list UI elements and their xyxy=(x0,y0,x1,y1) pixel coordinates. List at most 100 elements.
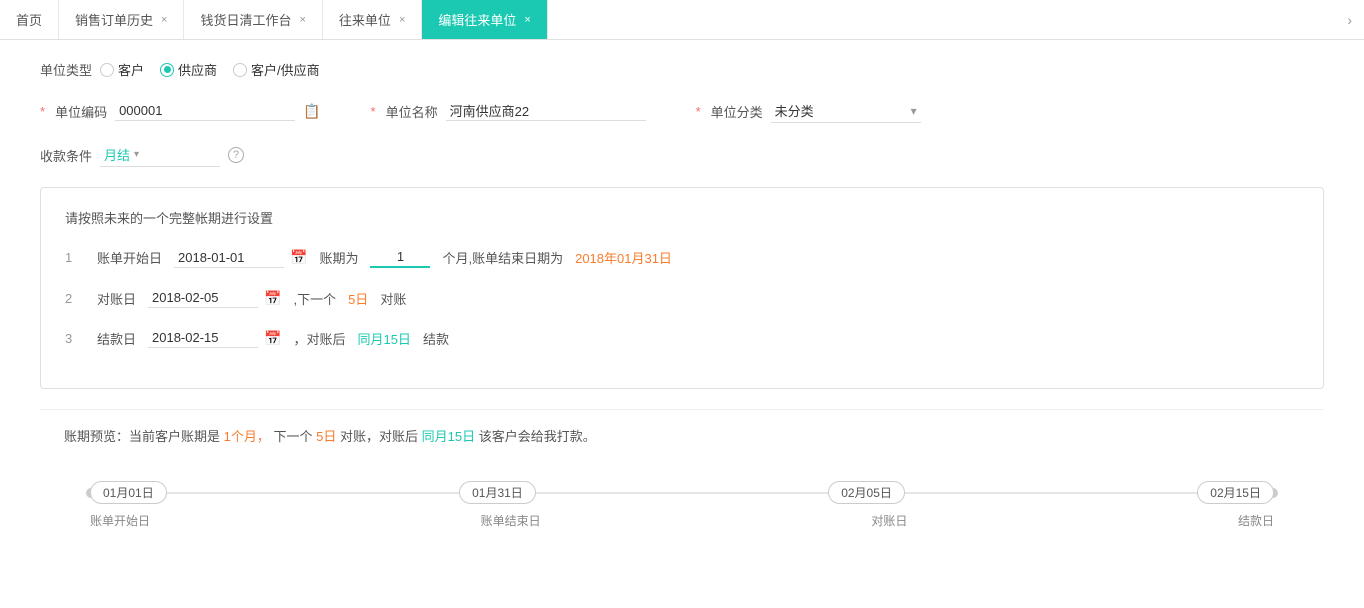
tab-cash-flow[interactable]: 钱货日清工作台 × xyxy=(184,0,322,39)
payment-terms-arrow-icon: ▾ xyxy=(134,149,139,160)
unit-code-input[interactable] xyxy=(115,101,295,121)
unit-type-field: 单位类型 客户 供应商 客户/供应商 xyxy=(40,60,320,79)
payment-terms-field: 收款条件 月结 ▾ ? xyxy=(40,143,244,167)
reconcile-date-cal-icon[interactable]: 📅 xyxy=(264,290,281,307)
preview-suffix: 该客户会给我打款。 xyxy=(479,429,596,444)
preview-prefix: 账期预览：当前客户账期是 xyxy=(64,429,220,444)
payment-terms-dropdown[interactable]: 月结 ▾ xyxy=(100,143,220,167)
row-label-1: 账单开始日 xyxy=(97,248,162,267)
tl-node-4: 02月15日 xyxy=(1197,481,1274,504)
unit-category-label: 单位分类 xyxy=(711,102,763,121)
reconcile-date-input[interactable] xyxy=(148,288,258,308)
panel-title: 请按照未来的一个完整帐期进行设置 xyxy=(65,208,1299,227)
radio-both-circle xyxy=(233,63,247,77)
date-field-1: 📅 xyxy=(174,248,307,268)
date-field-3: 📅 xyxy=(148,328,281,348)
radio-both[interactable]: 客户/供应商 xyxy=(233,60,320,79)
row-num-3: 3 xyxy=(65,331,85,346)
tl-sublabel-1: 账单开始日 xyxy=(90,512,150,529)
setting-row-1: 1 账单开始日 📅 账期为 个月,账单结束日期为 2018年01月31日 xyxy=(65,247,1299,268)
payment-date-input[interactable] xyxy=(148,328,258,348)
tab-edit-partner[interactable]: 编辑往来单位 × xyxy=(422,0,547,39)
period-end-date: 2018年01月31日 xyxy=(575,248,672,267)
date-field-2: 📅 xyxy=(148,288,281,308)
tab-home-label: 首页 xyxy=(16,10,42,29)
payment-pre: ，对账后 xyxy=(293,329,345,348)
tab-edit-partner-label: 编辑往来单位 xyxy=(438,10,516,29)
tab-bar: 首页 销售订单历史 × 钱货日清工作台 × 往来单位 × 编辑往来单位 × › xyxy=(0,0,1364,40)
unit-name-field: * 单位名称 xyxy=(371,101,646,121)
row-label-3: 结款日 xyxy=(97,329,136,348)
preview-section: 账期预览：当前客户账期是 1个月， 下一个 5日 对账，对账后 同月15日 该客… xyxy=(40,409,1324,461)
period-unit: 个月,账单结束日期为 xyxy=(442,248,563,267)
tab-cash-flow-label: 钱货日清工作台 xyxy=(200,10,291,29)
tab-home[interactable]: 首页 xyxy=(0,0,59,39)
unit-type-radio-group: 客户 供应商 客户/供应商 xyxy=(100,60,320,79)
tl-node-3-label: 02月05日 xyxy=(828,481,905,504)
unit-category-value: 未分类 xyxy=(775,101,907,120)
tl-node-1: 01月01日 xyxy=(90,481,167,504)
tab-partner-list[interactable]: 往来单位 × xyxy=(323,0,422,39)
period-label: 账期为 xyxy=(319,248,358,267)
setting-row-3: 3 结款日 📅 ，对账后 同月15日 结款 xyxy=(65,328,1299,348)
payment-post: 结款 xyxy=(423,329,449,348)
unit-type-label: 单位类型 xyxy=(40,60,92,79)
payment-terms-value: 月结 xyxy=(104,145,130,164)
radio-customer-label: 客户 xyxy=(118,60,144,79)
unit-category-select[interactable]: 未分类 ▾ xyxy=(771,99,921,123)
tl-node-3: 02月05日 xyxy=(828,481,905,504)
form-row-payment-terms: 收款条件 月结 ▾ ? xyxy=(40,143,1324,167)
tl-sublabel-4: 结款日 xyxy=(1238,512,1274,529)
row-num-1: 1 xyxy=(65,250,85,265)
tab-partner-list-label: 往来单位 xyxy=(339,10,391,29)
form-row-unit-info: * 单位编码 📋 * 单位名称 * 单位分类 未分类 ▾ xyxy=(40,99,1324,123)
radio-supplier-circle xyxy=(160,63,174,77)
radio-customer-circle xyxy=(100,63,114,77)
radio-customer[interactable]: 客户 xyxy=(100,60,144,79)
unit-code-field: * 单位编码 📋 xyxy=(40,101,321,121)
tl-node-4-label: 02月15日 xyxy=(1197,481,1274,504)
tab-sales-history-label: 销售订单历史 xyxy=(75,10,153,29)
radio-supplier[interactable]: 供应商 xyxy=(160,60,217,79)
row-num-2: 2 xyxy=(65,291,85,306)
settings-panel: 请按照未来的一个完整帐期进行设置 1 账单开始日 📅 账期为 个月,账单结束日期… xyxy=(40,187,1324,389)
row-label-2: 对账日 xyxy=(97,289,136,308)
radio-supplier-dot xyxy=(164,66,171,73)
tab-sales-history[interactable]: 销售订单历史 × xyxy=(59,0,184,39)
tab-sales-history-close[interactable]: × xyxy=(161,14,167,26)
tl-node-2-label: 01月31日 xyxy=(459,481,536,504)
tl-sublabel-3: 对账日 xyxy=(871,512,907,529)
payment-highlight: 同月15日 xyxy=(357,329,410,348)
tab-cash-flow-close[interactable]: × xyxy=(299,14,305,26)
reconcile-highlight: 5日 xyxy=(348,289,368,308)
tab-edit-partner-close[interactable]: × xyxy=(524,14,530,26)
form-row-unit-type: 单位类型 客户 供应商 客户/供应商 xyxy=(40,60,1324,79)
unit-code-label: 单位编码 xyxy=(55,102,107,121)
tab-partner-list-close[interactable]: × xyxy=(399,14,405,26)
start-date-input[interactable] xyxy=(174,248,284,268)
start-date-cal-icon[interactable]: 📅 xyxy=(290,249,307,266)
unit-name-required: * xyxy=(371,104,376,119)
period-input[interactable] xyxy=(370,247,430,268)
reconcile-pre: ,下一个 xyxy=(293,289,336,308)
preview-part3: 同月15日 xyxy=(422,429,475,444)
unit-name-input[interactable] xyxy=(446,101,646,121)
preview-part2-highlight: 5日 xyxy=(316,429,336,444)
unit-category-field: * 单位分类 未分类 ▾ xyxy=(696,99,921,123)
payment-terms-help-icon[interactable]: ? xyxy=(228,147,244,163)
unit-name-label: 单位名称 xyxy=(386,102,438,121)
unit-code-copy-icon[interactable]: 📋 xyxy=(303,103,320,120)
payment-date-cal-icon[interactable]: 📅 xyxy=(264,330,281,347)
tab-scroll-right[interactable]: › xyxy=(1335,12,1364,28)
payment-terms-label: 收款条件 xyxy=(40,146,92,165)
radio-both-label: 客户/供应商 xyxy=(251,60,320,79)
unit-category-required: * xyxy=(696,104,701,119)
radio-supplier-label: 供应商 xyxy=(178,60,217,79)
unit-code-required: * xyxy=(40,104,45,119)
page-content: 单位类型 客户 供应商 客户/供应商 xyxy=(0,40,1364,608)
reconcile-post: 对账 xyxy=(380,289,406,308)
preview-part2-post: 对账，对账后 xyxy=(340,429,418,444)
unit-category-arrow-icon: ▾ xyxy=(911,104,917,118)
tl-node-2: 01月31日 xyxy=(459,481,536,504)
tl-node-1-label: 01月01日 xyxy=(90,481,167,504)
